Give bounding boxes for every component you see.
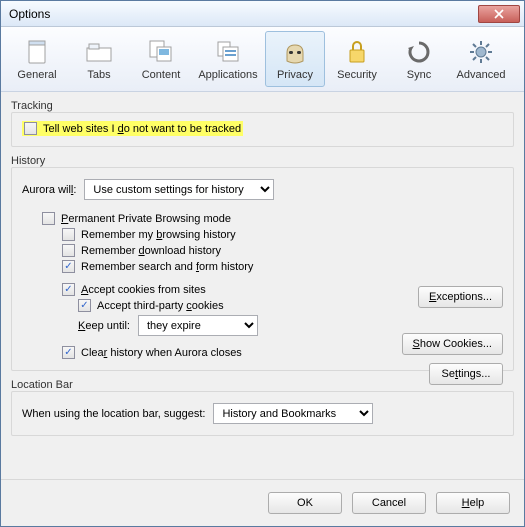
ppb-label: Permanent Private Browsing mode — [61, 213, 231, 225]
clear-on-close-label: Clear history when Aurora closes — [81, 347, 242, 359]
advanced-icon — [467, 38, 495, 66]
options-window: Options General Tabs Content Application… — [0, 0, 525, 527]
category-toolbar: General Tabs Content Applications Privac… — [1, 27, 524, 92]
tab-general-label: General — [17, 69, 56, 81]
history-label: History — [11, 155, 514, 167]
checkbox-icon — [42, 212, 55, 225]
aurora-will-label: Aurora will: — [22, 184, 76, 196]
locationbar-suggest-label: When using the location bar, suggest: — [22, 408, 205, 420]
content-icon — [147, 38, 175, 66]
tab-sync[interactable]: Sync — [389, 31, 449, 87]
checkbox-icon — [62, 228, 75, 241]
checkbox-icon — [24, 122, 37, 135]
show-cookies-button[interactable]: Show Cookies... — [402, 333, 504, 355]
history-group: History Aurora will: Remember historyNev… — [11, 155, 514, 371]
tab-content-label: Content — [142, 69, 181, 81]
tab-content[interactable]: Content — [131, 31, 191, 87]
tab-advanced[interactable]: Advanced — [451, 31, 511, 87]
close-button[interactable] — [478, 5, 520, 23]
checkbox-icon — [78, 299, 91, 312]
tab-tabs[interactable]: Tabs — [69, 31, 129, 87]
remember-download-label: Remember download history — [81, 245, 221, 257]
tab-privacy[interactable]: Privacy — [265, 31, 325, 87]
tab-applications[interactable]: Applications — [193, 31, 263, 87]
cancel-button[interactable]: Cancel — [352, 492, 426, 514]
sync-icon — [405, 38, 433, 66]
history-mode-select[interactable]: Remember historyNever remember historyUs… — [84, 179, 274, 200]
third-party-cookies-label: Accept third-party cookies — [97, 300, 224, 312]
remember-download-checkbox[interactable]: Remember download history — [62, 244, 221, 257]
checkbox-icon — [62, 346, 75, 359]
tab-security-label: Security — [337, 69, 377, 81]
ok-button[interactable]: OK — [268, 492, 342, 514]
dialog-footer: OK Cancel Help — [1, 479, 524, 526]
keep-until-select[interactable]: they expireI close Auroraask me every ti… — [138, 315, 258, 336]
accept-cookies-label: Accept cookies from sites — [81, 284, 206, 296]
tab-privacy-label: Privacy — [277, 69, 313, 81]
locationbar-suggest-select[interactable]: History and BookmarksHistoryBookmarksNot… — [213, 403, 373, 424]
ppb-checkbox[interactable]: Permanent Private Browsing mode — [42, 212, 231, 225]
tab-general[interactable]: General — [7, 31, 67, 87]
applications-icon — [214, 38, 242, 66]
tab-tabs-label: Tabs — [87, 69, 110, 81]
dnt-label: Tell web sites I do not want to be track… — [43, 123, 241, 135]
checkbox-icon — [62, 260, 75, 273]
dnt-checkbox[interactable]: Tell web sites I do not want to be track… — [24, 122, 241, 135]
dnt-highlight: Tell web sites I do not want to be track… — [22, 121, 243, 136]
privacy-icon — [281, 38, 309, 66]
exceptions-button[interactable]: Exceptions... — [418, 286, 503, 308]
window-title: Options — [5, 7, 478, 21]
tab-sync-label: Sync — [407, 69, 431, 81]
tab-applications-label: Applications — [198, 69, 257, 81]
tab-advanced-label: Advanced — [457, 69, 506, 81]
security-icon — [343, 38, 371, 66]
tracking-label: Tracking — [11, 100, 514, 112]
locationbar-group: Location Bar When using the location bar… — [11, 379, 514, 436]
remember-form-checkbox[interactable]: Remember search and form history — [62, 260, 253, 273]
checkbox-icon — [62, 244, 75, 257]
general-icon — [23, 38, 51, 66]
tab-security[interactable]: Security — [327, 31, 387, 87]
accept-cookies-checkbox[interactable]: Accept cookies from sites — [62, 283, 206, 296]
tracking-group: Tracking Tell web sites I do not want to… — [11, 100, 514, 147]
clear-on-close-checkbox[interactable]: Clear history when Aurora closes — [62, 346, 242, 359]
titlebar: Options — [1, 1, 524, 27]
tabs-icon — [85, 38, 113, 66]
clear-settings-button[interactable]: Settings... — [429, 363, 503, 385]
remember-browsing-label: Remember my browsing history — [81, 229, 236, 241]
help-button[interactable]: Help — [436, 492, 510, 514]
close-icon — [494, 9, 504, 19]
checkbox-icon — [62, 283, 75, 296]
keep-until-label: Keep until: — [78, 320, 130, 332]
content-area: Tracking Tell web sites I do not want to… — [1, 92, 524, 479]
remember-form-label: Remember search and form history — [81, 261, 253, 273]
remember-browsing-checkbox[interactable]: Remember my browsing history — [62, 228, 236, 241]
third-party-cookies-checkbox[interactable]: Accept third-party cookies — [78, 299, 224, 312]
